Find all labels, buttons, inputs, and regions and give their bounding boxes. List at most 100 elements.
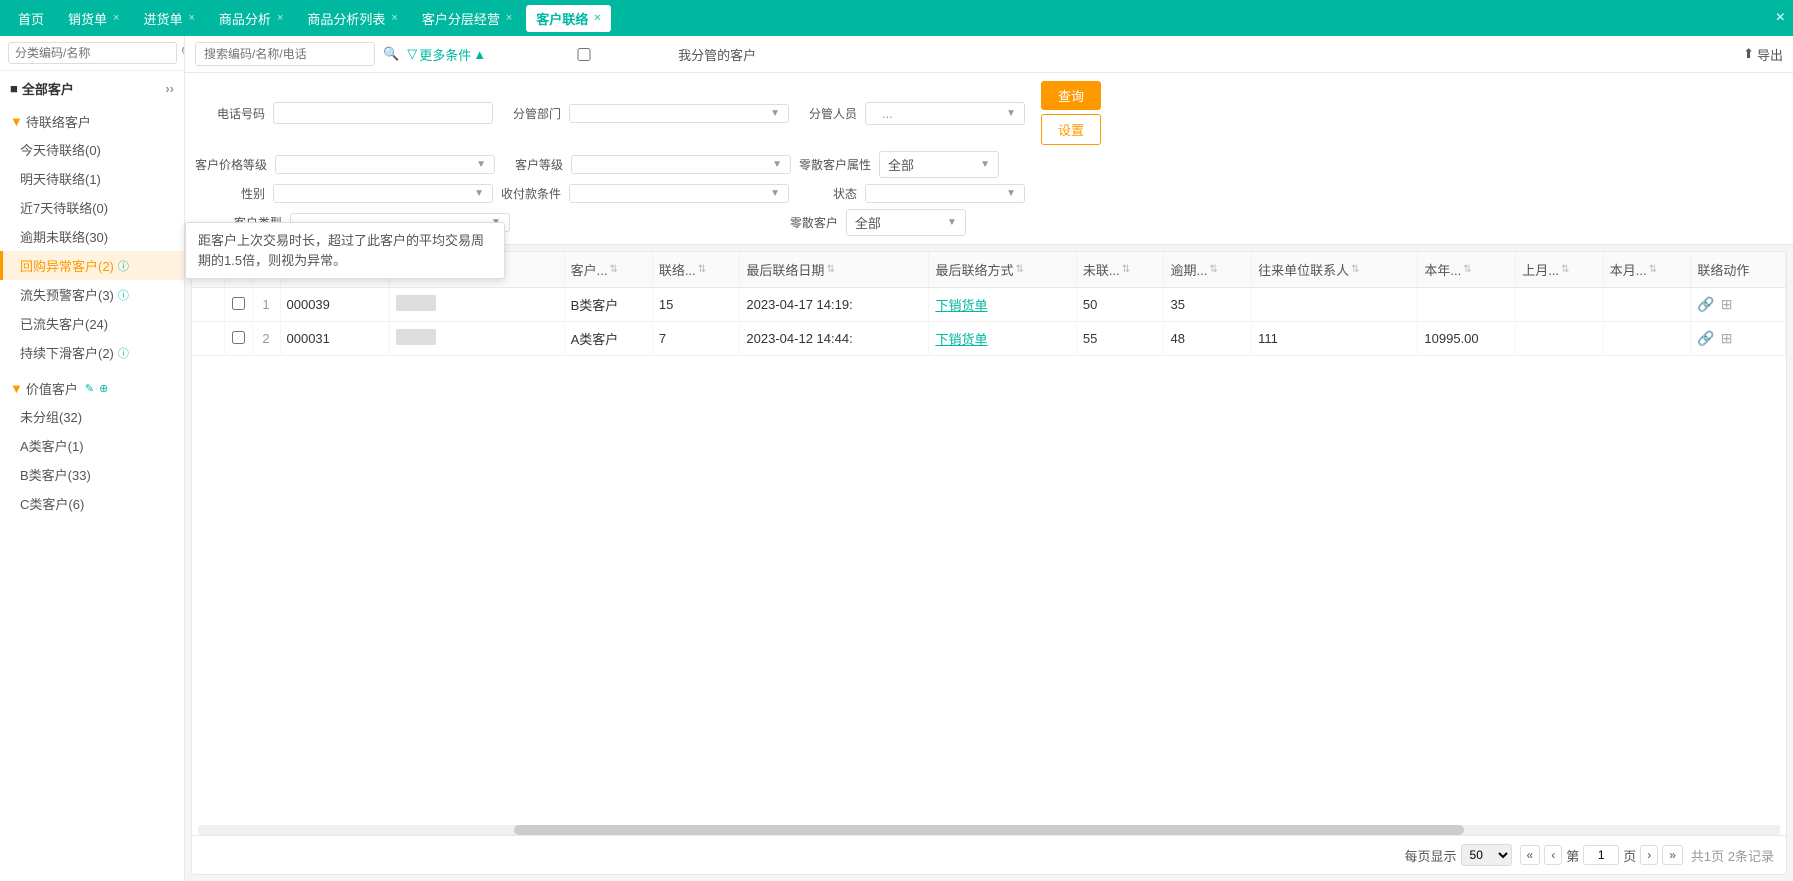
sidebar-fold-icon[interactable]: ›› (165, 81, 174, 96)
cell-last-method[interactable]: 下销货单 (929, 288, 1076, 322)
contact-icon[interactable]: 🔗 (1697, 296, 1714, 313)
more-action-icon[interactable]: ⊞ (1721, 330, 1733, 347)
cell-contact-person (1252, 288, 1418, 322)
close-icon[interactable]: × (113, 12, 119, 24)
close-icon[interactable]: × (506, 12, 512, 24)
search-icon[interactable]: 🔍 (383, 46, 399, 62)
close-icon[interactable]: × (391, 12, 397, 24)
th-last-date[interactable]: 最后联络日期 ⇅ (740, 252, 929, 288)
close-icon[interactable]: × (188, 12, 194, 24)
sidebar-item-c-class[interactable]: C类客户(6) (0, 489, 184, 518)
last-page-button[interactable]: » (1662, 845, 1683, 865)
customer-level-label: 客户等级 (503, 156, 563, 173)
row-checkbox[interactable] (232, 331, 245, 344)
status-select[interactable]: ▼ (865, 184, 1025, 203)
sort-icon3: ⇅ (609, 264, 617, 275)
info-icon3: ⓘ (118, 345, 129, 361)
export-button[interactable]: ⬆ 导出 (1743, 45, 1783, 64)
sidebar-item-tomorrow[interactable]: 明天待联络(1) (0, 164, 184, 193)
sidebar-item-abnormal[interactable]: 回购异常客户(2) ⓘ (0, 251, 184, 280)
nav-customer-contact[interactable]: 客户联络 × (526, 5, 610, 32)
last-method-link[interactable]: 下销货单 (935, 332, 987, 347)
nav-home[interactable]: 首页 (8, 5, 54, 32)
sidebar-search-area: 🔍 (0, 36, 184, 71)
scrollbar-thumb[interactable] (514, 825, 1463, 835)
th-type[interactable]: 客户... ⇅ (564, 252, 652, 288)
sidebar-item-today[interactable]: 今天待联络(0) (0, 135, 184, 164)
my-customer-checkbox-label[interactable]: 我分管的客户 (494, 45, 756, 64)
nav-purchase-order[interactable]: 进货单 × (133, 5, 204, 32)
row-checkbox[interactable] (232, 297, 245, 310)
sidebar-search-input[interactable] (8, 42, 177, 64)
window-close-icon[interactable]: × (1776, 9, 1785, 27)
sidebar-item-ungroup[interactable]: 未分组(32) (0, 402, 184, 431)
sidebar-item-a-class[interactable]: A类客户(1) (0, 431, 184, 460)
person-select[interactable]: ... ▼ (865, 102, 1025, 125)
content-area: 🔍 ▽ 更多条件 ▲ 我分管的客户 ⬆ 导出 电话号码 分管部门 (185, 36, 1793, 881)
th-contact[interactable]: 联络... ⇅ (652, 252, 740, 288)
th-overdue[interactable]: 逾期... ⇅ (1164, 252, 1252, 288)
next-page-button[interactable]: › (1640, 845, 1658, 865)
price-level-label: 客户价格等级 (195, 156, 267, 173)
retail-customer-value: 全部 (855, 213, 881, 232)
last-method-link[interactable]: 下销货单 (935, 298, 987, 313)
customer-level-select[interactable]: ▼ (571, 155, 791, 174)
pagination: « ‹ 第 页 › » (1520, 845, 1683, 865)
sidebar-item-lost[interactable]: 已流失客户(24) (0, 309, 184, 338)
sidebar-item-declining[interactable]: 持续下滑客户(2) ⓘ (0, 338, 184, 367)
query-button[interactable]: 查询 (1041, 81, 1101, 110)
dots-icon[interactable]: ... (882, 106, 893, 121)
first-page-button[interactable]: « (1520, 845, 1541, 865)
th-last-month[interactable]: 上月... ⇅ (1516, 252, 1604, 288)
sidebar-item-overdue[interactable]: 逾期未联络(30) (0, 222, 184, 251)
retail-attr-label: 零散客户属性 (799, 156, 871, 173)
search-input[interactable] (195, 42, 375, 66)
close-icon[interactable]: × (594, 12, 600, 24)
th-this-month[interactable]: 本月... ⇅ (1603, 252, 1691, 288)
horizontal-scrollbar[interactable] (198, 825, 1780, 835)
phone-input[interactable] (273, 102, 493, 124)
retail-attr-select[interactable]: 全部 ▼ (879, 151, 999, 178)
payment-select[interactable]: ▼ (569, 184, 789, 203)
cell-last-method[interactable]: 下销货单 (929, 322, 1076, 356)
nav-customer-layer[interactable]: 客户分层经营 × (412, 5, 522, 32)
sidebar-pending-group[interactable]: ▼ 待联络客户 (0, 106, 184, 135)
set-button[interactable]: 设置 (1041, 114, 1101, 145)
chevron-up-icon: ▲ (473, 47, 486, 62)
triangle-icon: ▼ (10, 114, 23, 129)
close-icon[interactable]: × (277, 12, 283, 24)
per-page-dropdown[interactable]: 50 100 200 (1461, 844, 1512, 866)
sidebar-value-customer-group[interactable]: ▼ 价值客户 ✎ ⊕ (0, 373, 184, 402)
nav-product-analysis[interactable]: 商品分析 × (209, 5, 293, 32)
dept-select[interactable]: ▼ (569, 104, 789, 123)
sidebar-item-b-class[interactable]: B类客户(33) (0, 460, 184, 489)
th-last-method[interactable]: 最后联络方式 ⇅ (929, 252, 1076, 288)
th-uncontact[interactable]: 未联... ⇅ (1076, 252, 1164, 288)
table-footer: 每页显示 50 100 200 « ‹ 第 页 › » 共1页 2条记录 (192, 835, 1786, 874)
edit-icon[interactable]: ✎ (85, 382, 94, 395)
filter-icon: ▽ (407, 46, 417, 62)
th-contact-person[interactable]: 往来单位联系人 ⇅ (1252, 252, 1418, 288)
top-nav: 首页 销货单 × 进货单 × 商品分析 × 商品分析列表 × 客户分层经营 × … (0, 0, 1793, 36)
nav-product-list[interactable]: 商品分析列表 × (297, 5, 407, 32)
page-number-input[interactable] (1583, 845, 1619, 865)
price-level-select[interactable]: ▼ (275, 155, 495, 174)
nav-sales-order[interactable]: 销货单 × (58, 5, 129, 32)
table-scroll-container[interactable]: ⚙ 客户编码 ⇅ (192, 252, 1786, 825)
cell-code: 000031 (280, 322, 390, 356)
my-customer-checkbox[interactable] (494, 48, 674, 61)
sort-icon9: ⇅ (1351, 264, 1359, 275)
retail-customer-select[interactable]: 全部 ▼ (846, 209, 966, 236)
th-this-year[interactable]: 本年... ⇅ (1418, 252, 1516, 288)
prev-page-button[interactable]: ‹ (1544, 845, 1562, 865)
contact-icon[interactable]: 🔗 (1697, 330, 1714, 347)
more-conditions-button[interactable]: ▽ 更多条件 ▲ (407, 45, 486, 64)
more-action-icon[interactable]: ⊞ (1721, 296, 1733, 313)
chevron-down-icon: ▼ (770, 108, 780, 119)
person-label: 分管人员 (797, 105, 857, 122)
sidebar-item-7days[interactable]: 近7天待联络(0) (0, 193, 184, 222)
sidebar-all-customers[interactable]: ■ 全部客户 ›› (0, 71, 184, 106)
gender-select[interactable]: ▼ (273, 184, 493, 203)
add-icon[interactable]: ⊕ (99, 382, 108, 395)
sidebar-item-lost-preview[interactable]: 流失预警客户(3) ⓘ (0, 280, 184, 309)
